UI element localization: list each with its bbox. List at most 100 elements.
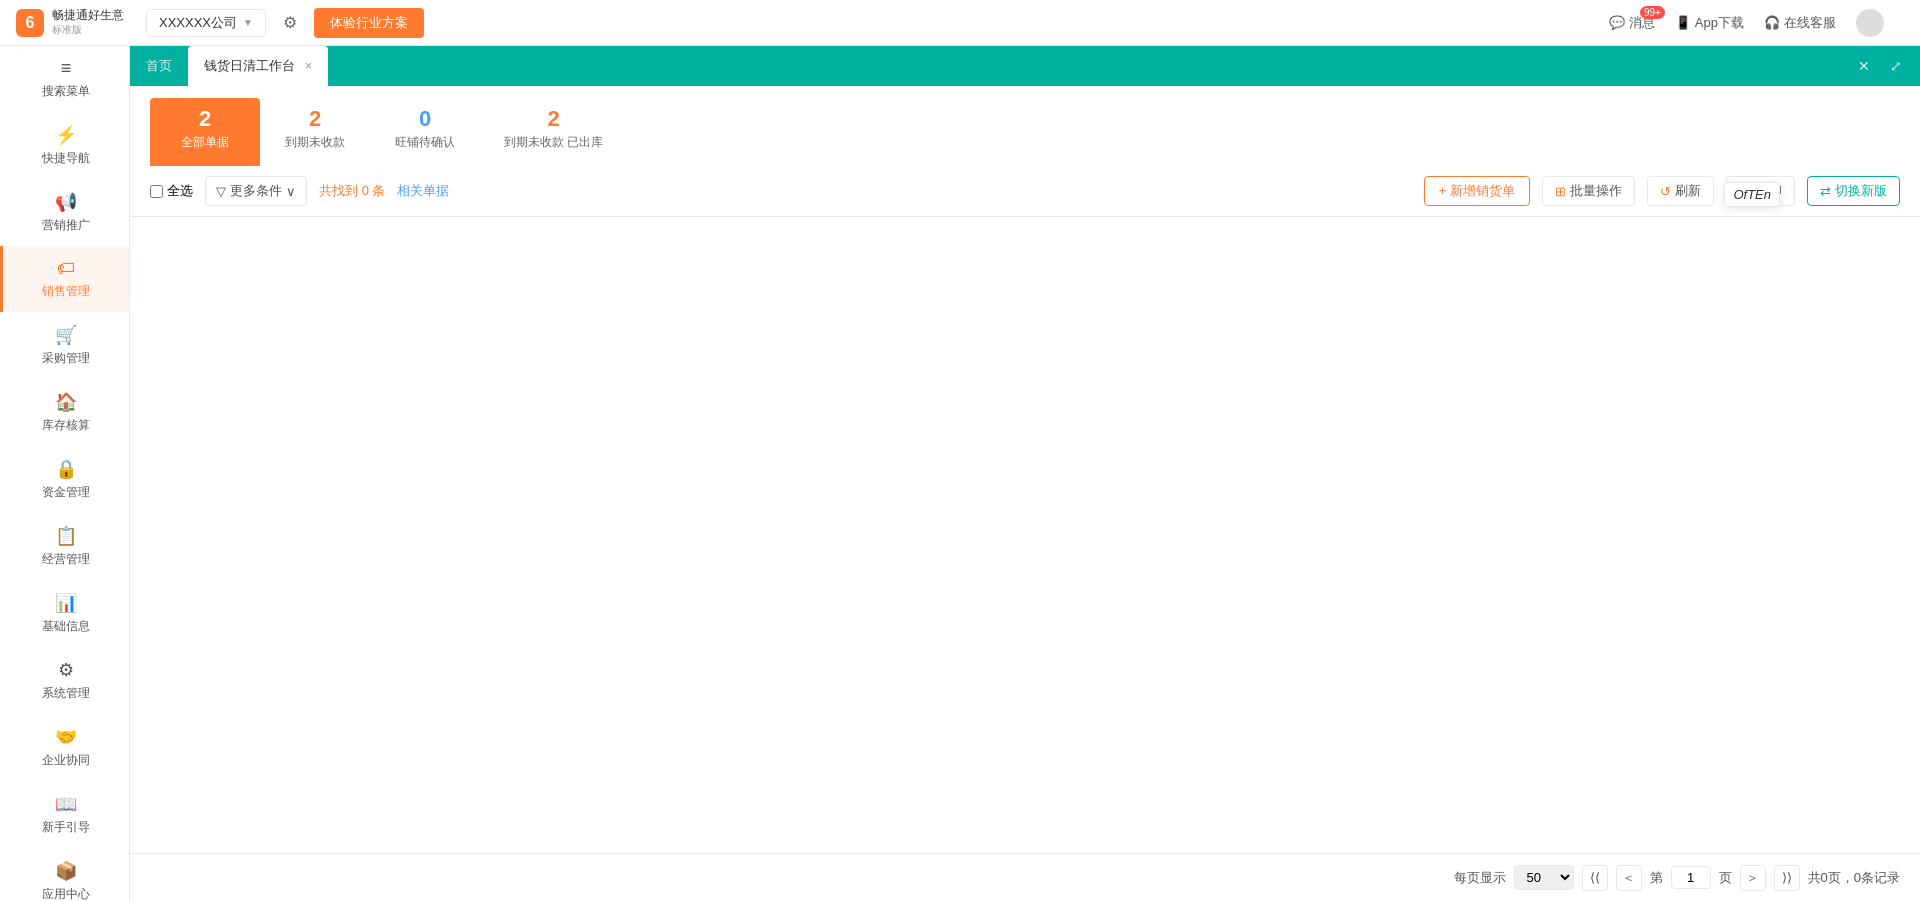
stat-tab-all[interactable]: 2 全部单据 (150, 98, 260, 166)
operations-icon: 📋 (55, 525, 77, 547)
total-info: 共0页，0条记录 (1808, 869, 1900, 887)
content-area: 首页 钱货日清工作台 × ✕ ⤢ 2 全部单据 2 到期未收款 (130, 46, 1920, 901)
search-menu-icon: ≡ (61, 58, 72, 79)
sidebar-item-sales[interactable]: 🏷 销售管理 (0, 246, 129, 312)
trial-button[interactable]: 体验行业方案 (314, 8, 424, 38)
sidebar-label-cooperation: 企业协同 (42, 752, 90, 769)
sidebar-label-finance: 资金管理 (42, 484, 90, 501)
base-info-icon: 📊 (55, 592, 77, 614)
sidebar-item-guide[interactable]: 📖 新手引导 (0, 781, 129, 848)
stat-tab-pending[interactable]: 0 旺铺待确认 (370, 98, 480, 166)
sidebar-item-operations[interactable]: 📋 经营管理 (0, 513, 129, 580)
system-icon: ⚙ (58, 659, 74, 681)
tab-close-icon[interactable]: × (305, 59, 312, 73)
switch-icon: ⇄ (1820, 184, 1831, 199)
header-right: 💬 消息 99+ 📱 App下载 🎧 在线客服 (1609, 9, 1904, 37)
sidebar-item-quick-nav[interactable]: ⚡ 快捷导航 (0, 112, 129, 179)
found-prefix: 共找到 (319, 183, 358, 198)
related-link[interactable]: 相关单据 (397, 182, 449, 200)
sidebar-item-search-menu[interactable]: ≡ 搜索菜单 (0, 46, 129, 112)
company-dropdown-icon: ▼ (243, 17, 253, 28)
message-badge: 99+ (1640, 6, 1665, 19)
sidebar-item-inventory[interactable]: 🏠 库存核算 (0, 379, 129, 446)
refresh-label: 刷新 (1675, 182, 1701, 200)
sidebar-label-search-menu: 搜索菜单 (42, 83, 90, 100)
toolbar: 全选 ▽ 更多条件 ∨ 共找到 0 条 相关单据 + 新增销货单 ⊞ (130, 166, 1920, 217)
batch-label: 批量操作 (1570, 182, 1622, 200)
quick-nav-icon: ⚡ (55, 124, 77, 146)
purchase-icon: 🛒 (55, 324, 77, 346)
stat-label-pending: 旺铺待确认 (394, 134, 456, 151)
app-download-btn[interactable]: 📱 App下载 (1675, 14, 1744, 32)
app-center-icon: 📦 (55, 860, 77, 882)
tab-controls: ✕ ⤢ (1852, 54, 1920, 78)
sidebar: ≡ 搜索菜单 ⚡ 快捷导航 📢 营销推广 🏷 销售管理 🛒 采购管理 🏠 库存核… (0, 46, 130, 901)
page-label: 第 (1650, 869, 1663, 887)
tab-close-btn[interactable]: ✕ (1852, 54, 1876, 78)
first-page-button[interactable]: ⟨⟨ (1582, 865, 1608, 891)
sidebar-item-marketing[interactable]: 📢 营销推广 (0, 179, 129, 246)
last-page-button[interactable]: ⟩⟩ (1774, 865, 1800, 891)
sales-icon: 🏷 (57, 258, 75, 279)
toolbar-right: + 新增销货单 ⊞ 批量操作 ↺ 刷新 🖨 打印 ⇄ (1424, 176, 1900, 206)
main-layout: ≡ 搜索菜单 ⚡ 快捷导航 📢 营销推广 🏷 销售管理 🛒 采购管理 🏠 库存核… (0, 46, 1920, 901)
online-service-icon: 🎧 (1764, 15, 1780, 30)
sidebar-item-finance[interactable]: 🔒 资金管理 (0, 446, 129, 513)
sidebar-item-system[interactable]: ⚙ 系统管理 (0, 647, 129, 714)
message-btn[interactable]: 💬 消息 99+ (1609, 14, 1655, 32)
marketing-icon: 📢 (55, 191, 77, 213)
sidebar-item-cooperation[interactable]: 🤝 企业协同 (0, 714, 129, 781)
page-number-input[interactable]: 1 (1671, 866, 1711, 889)
sidebar-label-app-center: 应用中心 (42, 886, 90, 901)
sidebar-item-base-info[interactable]: 📊 基础信息 (0, 580, 129, 647)
add-sales-order-button[interactable]: + 新增销货单 (1424, 176, 1530, 206)
avatar[interactable] (1856, 9, 1884, 37)
stat-label-overdue: 到期未收款 (284, 134, 346, 151)
next-page-button[interactable]: ＞ (1740, 865, 1766, 891)
tab-workbench[interactable]: 钱货日清工作台 × (188, 46, 328, 86)
company-name: XXXXXX公司 (159, 14, 237, 32)
sidebar-label-inventory: 库存核算 (42, 417, 90, 434)
switch-label: 切换新版 (1835, 182, 1887, 200)
stat-num-pending: 0 (394, 106, 456, 132)
tab-expand-btn[interactable]: ⤢ (1884, 54, 1908, 78)
stat-label-all: 全部单据 (174, 134, 236, 151)
logo-text: 畅捷通好生意 (52, 8, 124, 24)
batch-operation-button[interactable]: ⊞ 批量操作 (1542, 176, 1635, 206)
per-page-select[interactable]: 50 100 200 (1514, 865, 1574, 890)
prev-page-button[interactable]: ＜ (1616, 865, 1642, 891)
tab-workbench-label: 钱货日清工作台 (204, 57, 295, 75)
refresh-button[interactable]: ↺ 刷新 (1647, 176, 1714, 206)
stat-num-all: 2 (174, 106, 236, 132)
app-download-label: App下载 (1695, 14, 1744, 32)
tab-bar: 首页 钱货日清工作台 × ✕ ⤢ (130, 46, 1920, 86)
switch-version-button[interactable]: ⇄ 切换新版 (1807, 176, 1900, 206)
sidebar-label-purchase: 采购管理 (42, 350, 90, 367)
select-all-label: 全选 (167, 182, 193, 200)
online-service-btn[interactable]: 🎧 在线客服 (1764, 14, 1836, 32)
filter-button[interactable]: ▽ 更多条件 ∨ (205, 176, 307, 206)
select-all-checkbox[interactable]: 全选 (150, 182, 193, 200)
sidebar-item-app-center[interactable]: 📦 应用中心 (0, 848, 129, 901)
stat-tab-shipped[interactable]: 2 到期未收款 已出库 (480, 98, 627, 166)
stats-bar: 2 全部单据 2 到期未收款 0 旺铺待确认 2 到期未收款 已出库 (130, 86, 1920, 166)
found-count-text: 共找到 0 条 (319, 182, 385, 200)
sidebar-label-system: 系统管理 (42, 685, 90, 702)
settings-icon[interactable]: ⚙ (276, 9, 304, 37)
finance-icon: 🔒 (55, 458, 77, 480)
sidebar-item-purchase[interactable]: 🛒 采购管理 (0, 312, 129, 379)
select-all-input[interactable] (150, 185, 163, 198)
sidebar-label-base-info: 基础信息 (42, 618, 90, 635)
tab-home[interactable]: 首页 (130, 46, 188, 86)
logo-area: 6 畅捷通好生意 标准版 (16, 8, 146, 38)
stat-tab-overdue[interactable]: 2 到期未收款 (260, 98, 370, 166)
sidebar-label-sales: 销售管理 (42, 283, 90, 300)
message-icon: 💬 (1609, 15, 1625, 30)
batch-icon: ⊞ (1555, 184, 1566, 199)
company-selector[interactable]: XXXXXX公司 ▼ (146, 9, 266, 37)
guide-icon: 📖 (55, 793, 77, 815)
sidebar-label-marketing: 营销推广 (42, 217, 90, 234)
found-unit: 条 (372, 183, 385, 198)
pagination: 每页显示 50 100 200 ⟨⟨ ＜ 第 1 页 ＞ ⟩⟩ 共0页，0条记录 (130, 853, 1920, 901)
often-badge: OfTEn (1724, 182, 1780, 207)
